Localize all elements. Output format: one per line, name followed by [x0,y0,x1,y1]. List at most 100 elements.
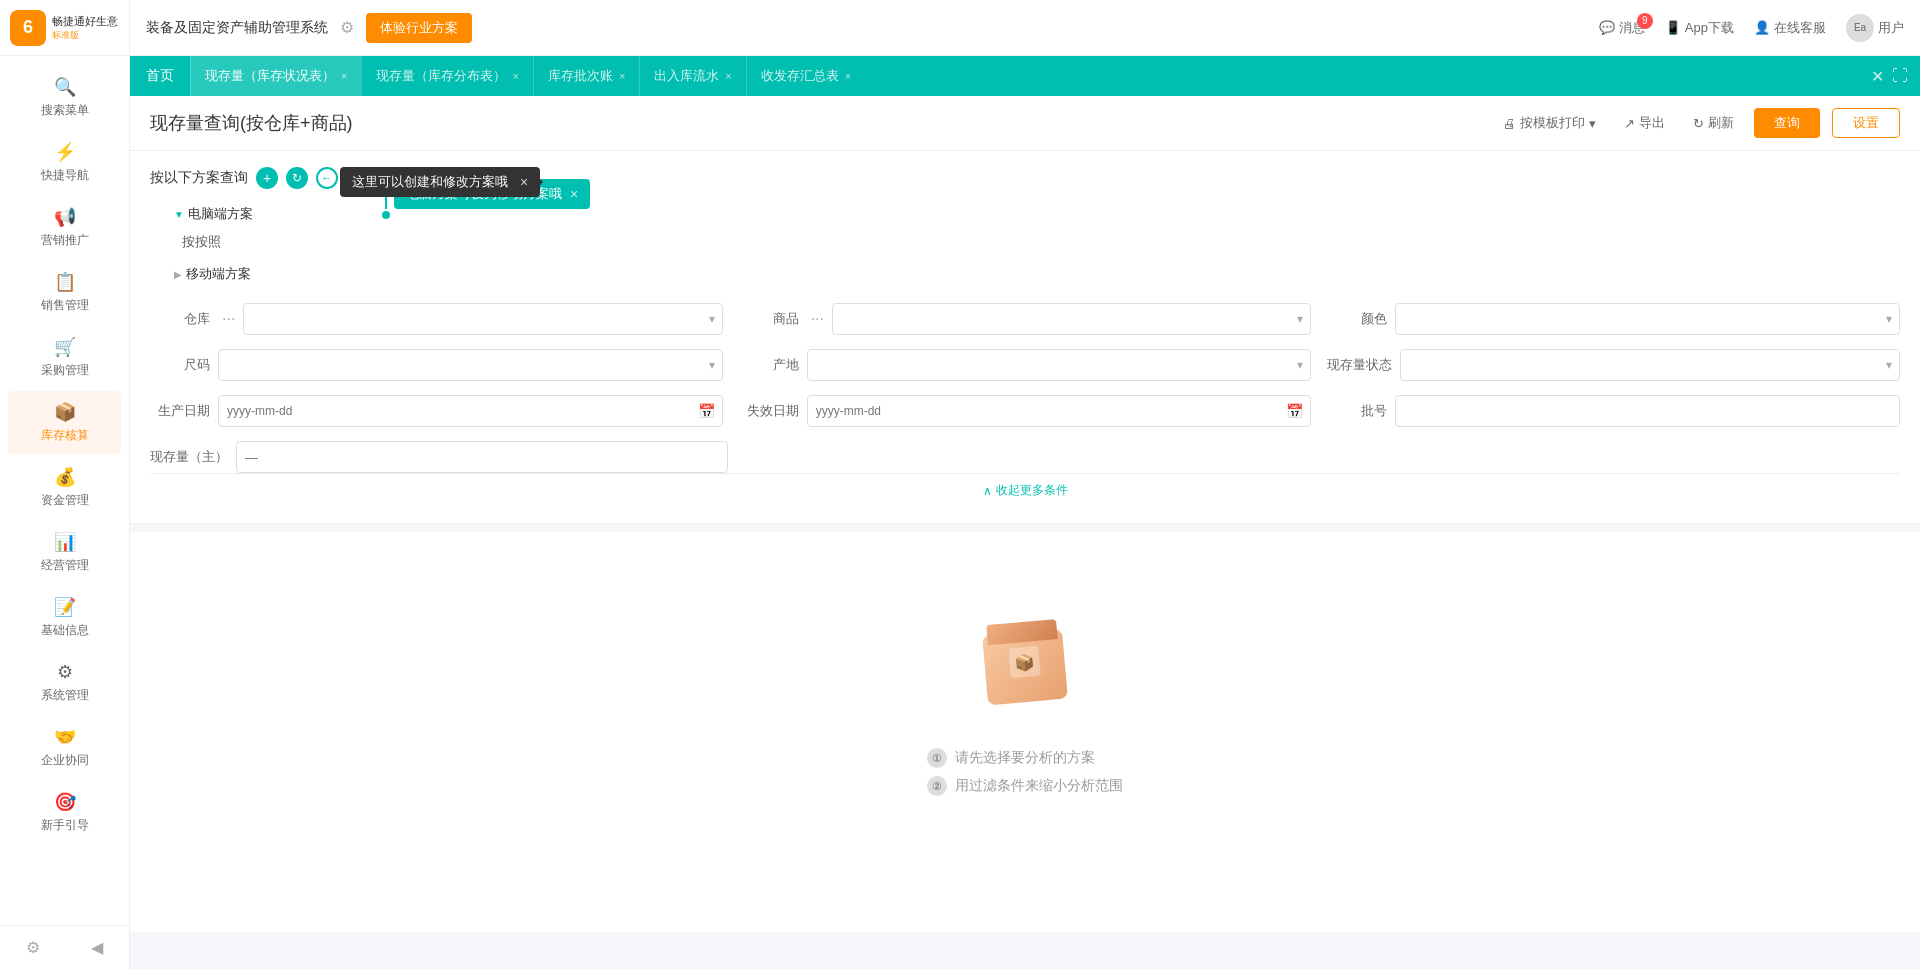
goods-field: 商品 ··· [739,303,1312,335]
tab-receive-summary[interactable]: 收发存汇总表 × [746,56,865,96]
tab-close-receive-summary[interactable]: × [845,70,851,82]
page-actions: 🖨 按模板打印 ▾ ↗ 导出 ↻ 刷新 查询 设置 [1495,108,1900,138]
filter-row-2: 尺码 产地 现存量状态 [150,349,1900,381]
tab-close-inventory-status[interactable]: × [341,70,347,82]
color-select[interactable] [1395,303,1900,335]
calendar-icon-expiry[interactable]: 📅 [1286,403,1303,419]
content-area: 📦 ① 请先选择要分析的方案 ② 用过滤条件来缩小分析范围 [130,532,1920,932]
tooltip-green-close[interactable]: × [570,186,578,202]
goods-dots[interactable]: ··· [811,310,824,328]
guide-icon: 🎯 [54,791,76,813]
online-support-button[interactable]: 👤 在线客服 [1754,19,1826,37]
tab-close-all-icon[interactable]: ✕ [1871,67,1884,86]
sidebar-item-marketing[interactable]: 📢 营销推广 [8,196,121,259]
sidebar-item-quick[interactable]: ⚡ 快捷导航 [8,131,121,194]
operations-icon: 📊 [54,531,76,553]
sidebar-item-purchase[interactable]: 🛒 采购管理 [8,326,121,389]
sidebar-nav: 🔍 搜索菜单 ⚡ 快捷导航 📢 营销推广 📋 销售管理 🛒 采购管理 📦 库存核… [0,56,129,925]
chevron-down-icon: ▼ [174,209,184,220]
empty-state: 📦 ① 请先选择要分析的方案 ② 用过滤条件来缩小分析范围 [130,532,1920,876]
refresh-scheme-button[interactable]: ↻ [286,167,308,189]
tab-in-out-flow[interactable]: 出入库流水 × [639,56,745,96]
message-icon: 💬 [1599,20,1615,35]
main-content: 现存量查询(按仓库+商品) 🖨 按模板打印 ▾ ↗ 导出 ↻ 刷新 查询 设置 [130,96,1920,969]
print-icon: 🖨 [1503,116,1516,131]
user-menu[interactable]: Ea 用户 [1846,14,1904,42]
message-badge: 9 [1637,13,1653,29]
warehouse-field: 仓库 ··· [150,303,723,335]
stock-status-field: 现存量状态 [1327,349,1900,381]
scheme-section-desktop[interactable]: ▼ 电脑端方案 [158,199,350,229]
size-select[interactable] [218,349,723,381]
color-field: 颜色 [1327,303,1900,335]
goods-select[interactable] [832,303,1311,335]
filter-row-3: 生产日期 📅 失效日期 📅 批号 [150,395,1900,427]
sidebar-item-guide[interactable]: 🎯 新手引导 [8,781,121,844]
enterprise-icon: 🤝 [54,726,76,748]
export-button[interactable]: ↗ 导出 [1616,110,1673,136]
tab-inventory-dist[interactable]: 现存量（库存分布表） × [361,56,532,96]
sidebar-item-finance[interactable]: 💰 资金管理 [8,456,121,519]
sidebar-item-inventory[interactable]: 📦 库存核算 [8,391,121,454]
sidebar-item-operations[interactable]: 📊 经营管理 [8,521,121,584]
tab-close-inventory-dist[interactable]: × [512,70,518,82]
scheme-section-mobile[interactable]: ▶ 移动端方案 [158,259,350,289]
origin-field: 产地 [739,349,1312,381]
logo-text: 畅捷通好生意 标准版 [52,14,118,42]
expiry-date-input[interactable] [807,395,1312,427]
sidebar-item-enterprise[interactable]: 🤝 企业协同 [8,716,121,779]
back-scheme-button[interactable]: ← [316,167,338,189]
user-avatar: Ea [1846,14,1874,42]
collapse-filter-button[interactable]: ∧ 收起更多条件 [150,473,1900,507]
sidebar-logo: 6 畅捷通好生意 标准版 [0,0,129,56]
tooltip-dark-close[interactable]: × [520,174,528,190]
sidebar-item-sales[interactable]: 📋 销售管理 [8,261,121,324]
collapse-sidebar-icon[interactable]: ◀ [91,938,103,957]
batch-no-input[interactable] [1395,395,1900,427]
stock-status-select[interactable] [1400,349,1900,381]
warehouse-dots[interactable]: ··· [222,310,235,328]
refresh-icon: ↻ [1693,116,1704,131]
app-download-button[interactable]: 📱 App下载 [1665,19,1734,37]
phone-icon: 📱 [1665,20,1681,35]
tab-batch-account[interactable]: 库存批次账 × [533,56,639,96]
sidebar-item-search[interactable]: 🔍 搜索菜单 [8,66,121,129]
empty-illustration: 📦 [965,612,1085,732]
scheme-item-按照[interactable]: 按按照 [174,229,350,255]
empty-step-1: ① 请先选择要分析的方案 [927,748,1123,768]
basic-icon: 📝 [54,596,76,618]
warehouse-select[interactable] [243,303,722,335]
gear-icon[interactable]: ⚙ [340,18,354,37]
sidebar-bottom: ⚙ ◀ [0,925,129,969]
tab-inventory-status[interactable]: 现存量（库存状况表） × [190,56,361,96]
refresh-button[interactable]: ↻ 刷新 [1685,110,1742,136]
filter-row-4: 现存量（主） [150,441,1900,473]
logo-icon: 6 [10,10,46,46]
reset-button[interactable]: 设置 [1832,108,1900,138]
sidebar-item-system[interactable]: ⚙ 系统管理 [8,651,121,714]
inventory-icon: 📦 [54,401,76,423]
origin-select[interactable] [807,349,1312,381]
marketing-icon: 📢 [54,206,76,228]
tab-close-batch-account[interactable]: × [619,70,625,82]
message-button[interactable]: 💬 消息 9 [1599,19,1645,37]
chevron-up-icon: ∧ [983,484,992,498]
page-title: 现存量查询(按仓库+商品) [150,111,353,135]
finance-icon: 💰 [54,466,76,488]
print-button[interactable]: 🖨 按模板打印 ▾ [1495,110,1604,136]
lightning-icon: ⚡ [54,141,76,163]
tab-home[interactable]: 首页 [130,56,190,96]
add-scheme-button[interactable]: + [256,167,278,189]
settings-bottom-icon[interactable]: ⚙ [26,938,40,957]
industry-button[interactable]: 体验行业方案 [366,13,472,43]
calendar-icon-production[interactable]: 📅 [698,403,715,419]
query-button[interactable]: 查询 [1754,108,1820,138]
dot-indicator-bottom [382,211,390,219]
tab-close-in-out-flow[interactable]: × [725,70,731,82]
production-date-input[interactable] [218,395,723,427]
stock-main-input[interactable] [236,441,728,473]
tab-expand-icon[interactable]: ⛶ [1892,67,1908,85]
system-icon: ⚙ [57,661,73,683]
sidebar-item-basic[interactable]: 📝 基础信息 [8,586,121,649]
system-name: 装备及固定资产辅助管理系统 [146,19,328,37]
